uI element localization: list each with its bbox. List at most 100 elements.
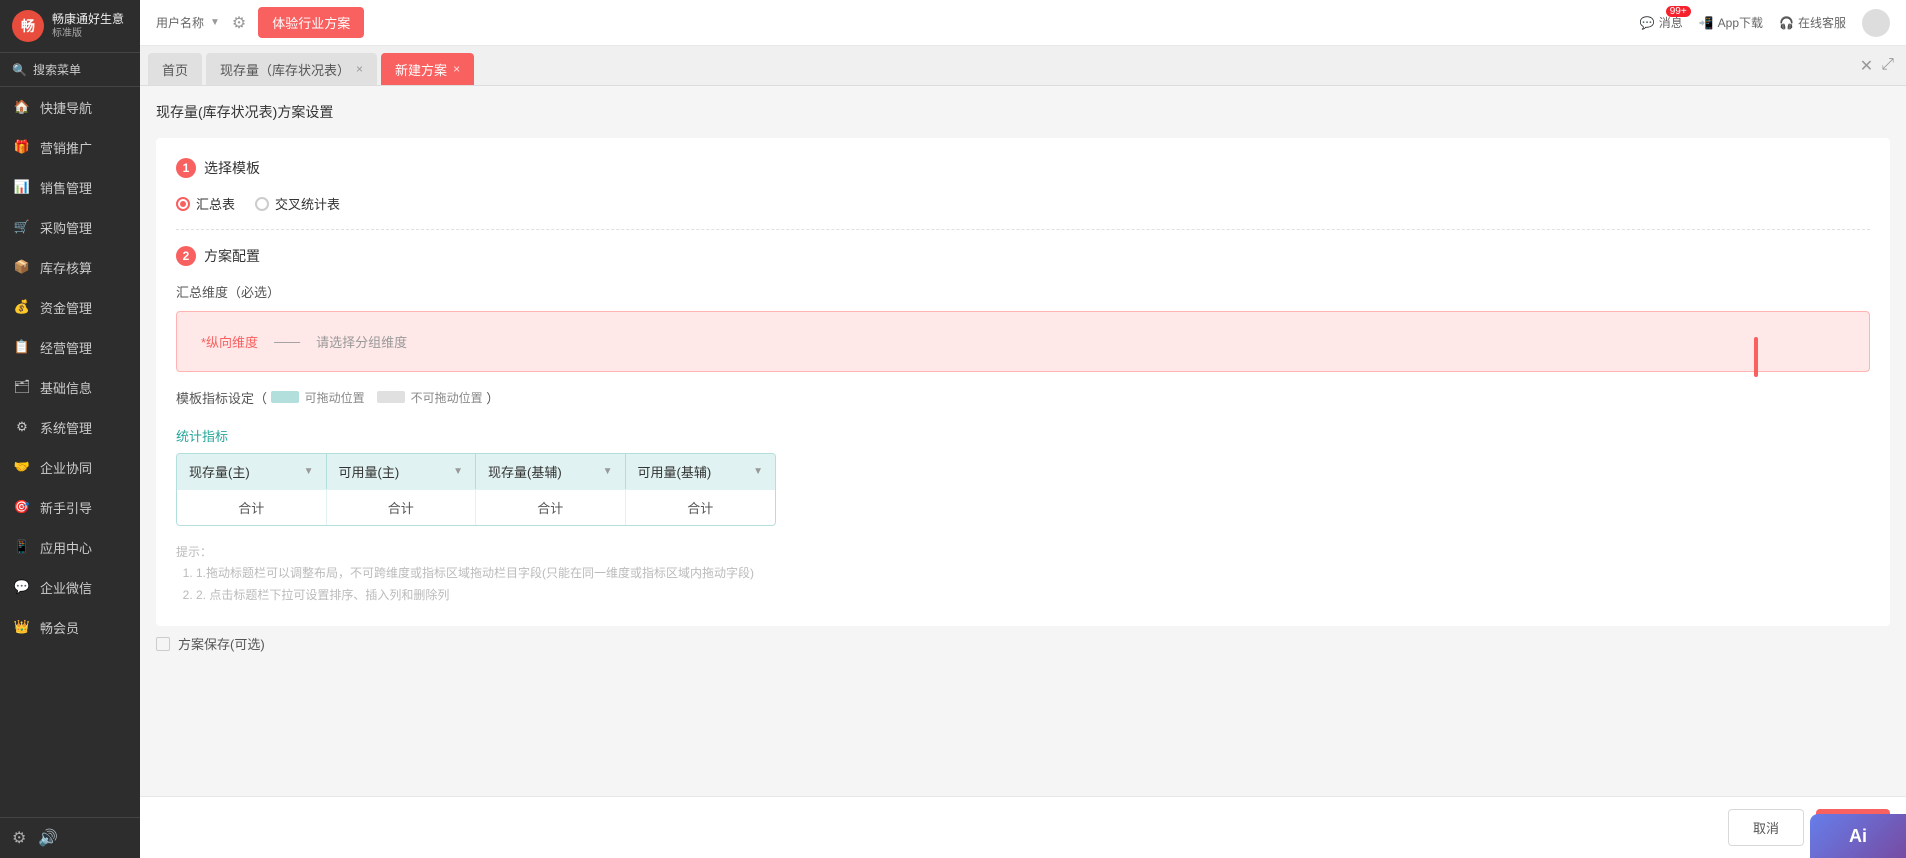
info-icon: 🗂 — [12, 377, 32, 397]
section1-header: 1 选择模板 — [176, 158, 1870, 178]
settings-icon[interactable]: ⚙ — [12, 828, 26, 848]
tab-home[interactable]: 首页 — [148, 53, 202, 85]
cell-3: 合计 — [626, 489, 776, 525]
cart-icon: 🛒 — [12, 217, 32, 237]
close-tab-btn[interactable]: ✕ — [1860, 56, 1873, 76]
save-checkbox[interactable] — [156, 637, 170, 651]
chevron-down-icon: ▼ — [210, 17, 220, 28]
chevron-down-icon-col2[interactable]: ▼ — [603, 466, 613, 477]
avatar[interactable] — [1862, 9, 1890, 37]
guide-icon: 🎯 — [12, 497, 32, 517]
message-icon: 💬 — [1640, 16, 1655, 30]
sidebar-item-system[interactable]: ⚙ 系统管理 — [0, 407, 140, 447]
sidebar-item-marketing[interactable]: 🎁 营销推广 — [0, 127, 140, 167]
wechat-icon: 💬 — [12, 577, 32, 597]
radio-summary[interactable]: 汇总表 — [176, 194, 235, 213]
trial-industry-button[interactable]: 体验行业方案 — [258, 7, 364, 38]
page-title: 现存量(库存状况表)方案设置 — [156, 102, 1890, 122]
tabbar-actions: ✕ ⤢ — [1860, 56, 1894, 76]
dimension-placeholder: 请选择分组维度 — [316, 332, 407, 351]
section1-title: 选择模板 — [204, 158, 260, 178]
sidebar-item-cooperation[interactable]: 🤝 企业协同 — [0, 447, 140, 487]
topbar: 用户名称 ▼ ⚙ 体验行业方案 💬 消息 99+ 📲 App下载 🎧 在线客服 — [140, 0, 1906, 46]
money-icon: 💰 — [12, 297, 32, 317]
scroll-thumb — [1754, 337, 1758, 377]
system-icon: ⚙ — [12, 417, 32, 437]
stats-table: 现存量(主) ▼ 可用量(主) ▼ 现存量(基辅) ▼ 可用量(基辅) ▼ — [176, 453, 776, 526]
chevron-down-icon-col3[interactable]: ▼ — [753, 466, 763, 477]
sidebar: 畅 畅康通好生意 标准版 🔍 搜索菜单 🏠 快捷导航 🎁 营销推广 📊 销售管理… — [0, 0, 140, 858]
col-header-available-aux[interactable]: 可用量(基辅) ▼ — [626, 454, 776, 489]
cell-2: 合计 — [476, 489, 626, 525]
col-header-current-aux[interactable]: 现存量(基辅) ▼ — [476, 454, 626, 489]
sidebar-item-quick-nav[interactable]: 🏠 快捷导航 — [0, 87, 140, 127]
vip-icon: 👑 — [12, 617, 32, 637]
app-download-button[interactable]: 📲 App下载 — [1699, 14, 1763, 31]
scheme-card: 1 选择模板 汇总表 交叉统计表 2 方案配置 汇总维度（ — [156, 138, 1890, 626]
indicators-legend: 可拖动位置 不可拖动位置 — [271, 389, 483, 406]
tab-close-inventory[interactable]: × — [356, 62, 363, 76]
tab-new-scheme[interactable]: 新建方案 × — [381, 53, 474, 85]
gear-icon[interactable]: ⚙ — [232, 13, 246, 33]
tabbar: 首页 现存量（库存状况表） × 新建方案 × ✕ ⤢ — [140, 46, 1906, 86]
user-menu[interactable]: 用户名称 ▼ — [156, 14, 220, 31]
col-header-available-main[interactable]: 可用量(主) ▼ — [327, 454, 477, 489]
section1-num: 1 — [176, 158, 196, 178]
expand-tab-btn[interactable]: ⤢ — [1881, 56, 1894, 76]
sidebar-item-app-center[interactable]: 📱 应用中心 — [0, 527, 140, 567]
sidebar-item-basic-info[interactable]: 🗂 基础信息 — [0, 367, 140, 407]
tab-close-new-scheme[interactable]: × — [453, 62, 460, 76]
sidebar-item-purchase[interactable]: 🛒 采购管理 — [0, 207, 140, 247]
stats-table-header: 现存量(主) ▼ 可用量(主) ▼ 现存量(基辅) ▼ 可用量(基辅) ▼ — [177, 454, 775, 489]
home-icon: 🏠 — [12, 97, 32, 117]
topbar-right: 💬 消息 99+ 📲 App下载 🎧 在线客服 — [1640, 9, 1890, 37]
dimension-label: 汇总维度（必选） — [176, 282, 1870, 301]
search-menu[interactable]: 🔍 搜索菜单 — [0, 53, 140, 87]
sidebar-item-sales[interactable]: 📊 销售管理 — [0, 167, 140, 207]
chevron-down-icon-col1[interactable]: ▼ — [453, 466, 463, 477]
dimension-separator: —— — [274, 334, 300, 349]
tab-inventory-status[interactable]: 现存量（库存状况表） × — [206, 53, 377, 85]
section2-num: 2 — [176, 246, 196, 266]
scroll-handle[interactable] — [1750, 200, 1758, 658]
col-header-current-main[interactable]: 现存量(主) ▼ — [177, 454, 327, 489]
cell-0: 合计 — [177, 489, 327, 525]
non-draggable-box — [377, 391, 405, 403]
sidebar-item-inventory[interactable]: 📦 库存核算 — [0, 247, 140, 287]
cancel-button[interactable]: 取消 — [1728, 809, 1804, 846]
stats-section-label: 统计指标 — [176, 426, 1870, 445]
chevron-down-icon-col0[interactable]: ▼ — [304, 466, 314, 477]
section-divider-1 — [176, 229, 1870, 230]
audio-icon[interactable]: 🔊 — [38, 828, 58, 848]
radio-cross[interactable]: 交叉统计表 — [255, 194, 340, 213]
sidebar-nav: 🏠 快捷导航 🎁 营销推广 📊 销售管理 🛒 采购管理 📦 库存核算 💰 资金管… — [0, 87, 140, 817]
save-option[interactable]: 方案保存(可选) — [156, 634, 1890, 653]
gift-icon: 🎁 — [12, 137, 32, 157]
section2-header: 2 方案配置 — [176, 246, 1870, 266]
sidebar-item-new-guide[interactable]: 🎯 新手引导 — [0, 487, 140, 527]
dimension-box[interactable]: *纵向维度 —— 请选择分组维度 — [176, 311, 1870, 372]
radio-circle-summary — [176, 197, 190, 211]
search-icon: 🔍 — [12, 63, 27, 77]
section2-title: 方案配置 — [204, 246, 260, 266]
draggable-box — [271, 391, 299, 403]
legend-non-draggable: 不可拖动位置 — [377, 389, 483, 406]
sales-icon: 📊 — [12, 177, 32, 197]
page-footer: 取消 查询 — [140, 796, 1906, 858]
content-area: 现存量(库存状况表)方案设置 1 选择模板 汇总表 交叉统计表 — [140, 86, 1906, 796]
sidebar-item-finance[interactable]: 💰 资金管理 — [0, 287, 140, 327]
app-logo: 畅 — [12, 10, 44, 42]
main-area: 用户名称 ▼ ⚙ 体验行业方案 💬 消息 99+ 📲 App下载 🎧 在线客服 — [140, 0, 1906, 858]
message-button[interactable]: 💬 消息 99+ — [1640, 14, 1683, 31]
sidebar-item-vip[interactable]: 👑 畅会员 — [0, 607, 140, 647]
legend-draggable: 可拖动位置 — [271, 389, 365, 406]
sidebar-item-operations[interactable]: 📋 经营管理 — [0, 327, 140, 367]
ops-icon: 📋 — [12, 337, 32, 357]
online-service-button[interactable]: 🎧 在线客服 — [1779, 14, 1846, 31]
app-title: 畅康通好生意 标准版 — [52, 12, 124, 41]
ai-button[interactable]: Ai — [1810, 814, 1906, 858]
cooperation-icon: 🤝 — [12, 457, 32, 477]
indicators-label: 模板指标设定（ 可拖动位置 不可拖动位置 ） — [176, 388, 1870, 416]
sidebar-item-wechat[interactable]: 💬 企业微信 — [0, 567, 140, 607]
sidebar-header: 畅 畅康通好生意 标准版 — [0, 0, 140, 53]
